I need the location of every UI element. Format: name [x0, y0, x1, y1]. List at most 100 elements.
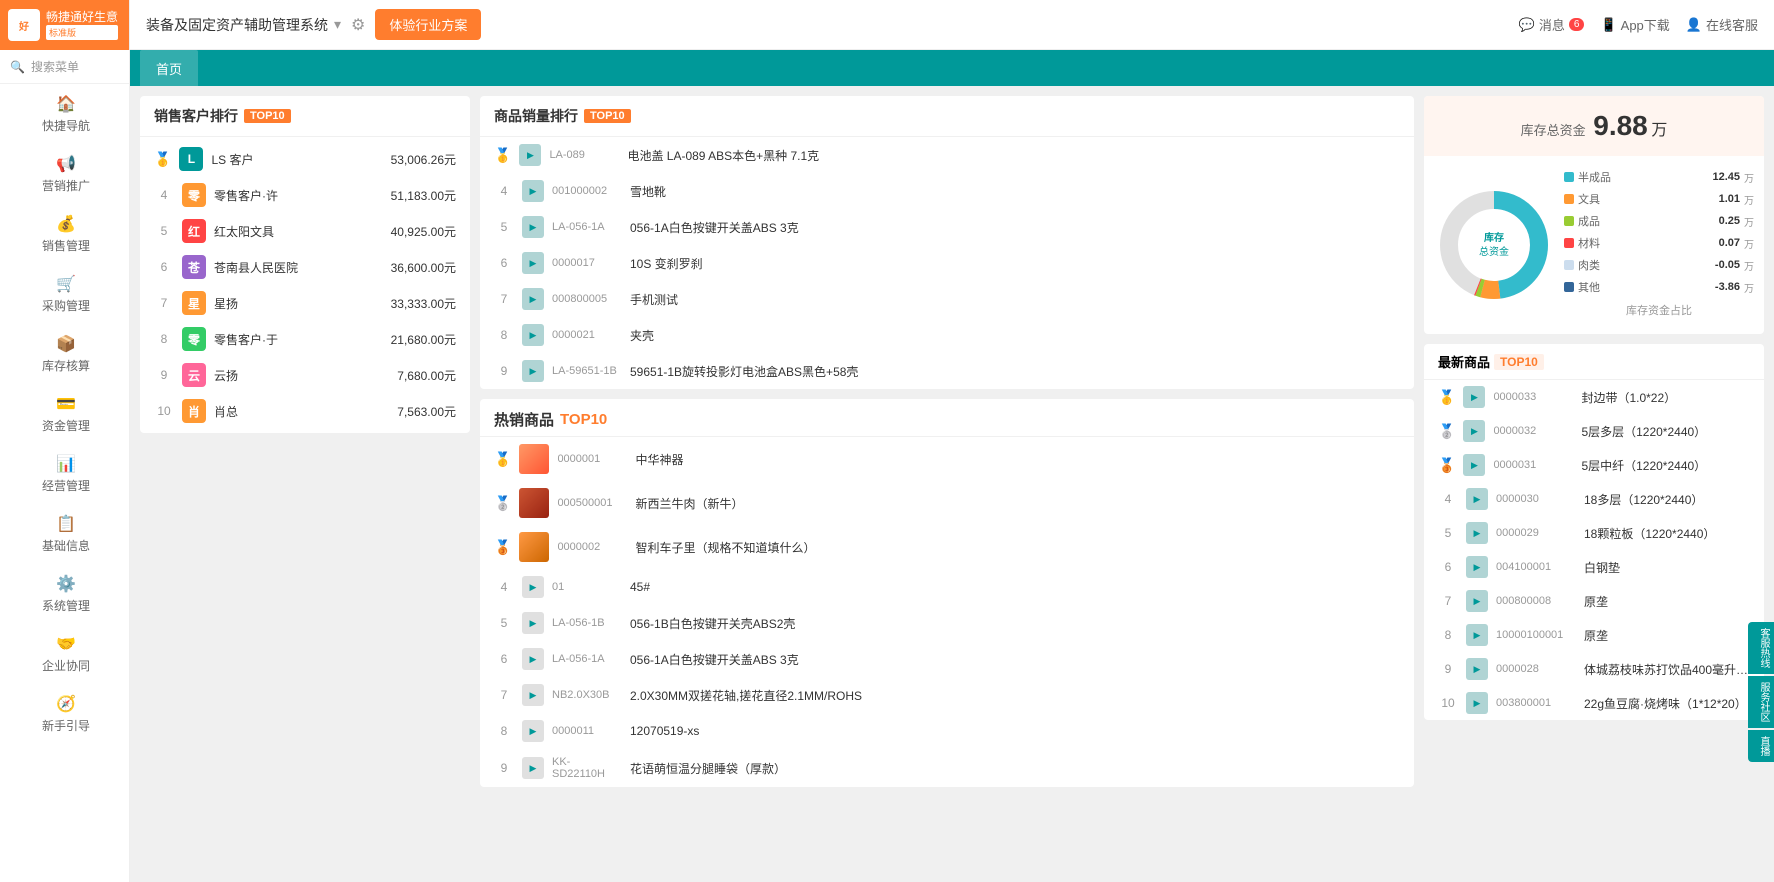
customer-rank-panel: 销售客户排行 TOP10 🥇 L LS 客户 53,006.26元 4 零	[140, 96, 470, 433]
product-thumb: ▶	[522, 288, 544, 310]
trial-button[interactable]: 体验行业方案	[375, 9, 481, 40]
settings-icon[interactable]: ⚙	[351, 15, 365, 35]
center-panel: 商品销量排行 TOP10 🥇 ▶ LA-089 电池盖 LA-089 ABS本色…	[480, 96, 1414, 872]
sidebar-item-operations[interactable]: 📊 经营管理	[0, 444, 129, 504]
customer-rank-row: 7 星 星扬 33,333.00元	[140, 285, 470, 321]
service-icon: 👤	[1686, 17, 1702, 33]
hot-products-title: 热销商品	[494, 409, 554, 430]
sidebar-item-quick-nav[interactable]: 🏠 快捷导航	[0, 84, 129, 144]
sales-icon: 💰	[56, 214, 76, 234]
sidebar-item-sales[interactable]: 💰 销售管理	[0, 204, 129, 264]
sidebar-item-guide[interactable]: 🧭 新手引导	[0, 684, 129, 744]
hot-product-row: 7 ▶ NB2.0X30B 2.0X30MM双搓花轴,搓花直径2.1MM/ROH…	[480, 677, 1414, 713]
rank-num: 8	[154, 332, 174, 346]
product-thumb: ▶	[522, 216, 544, 238]
product-name: 2.0X30MM双搓花轴,搓花直径2.1MM/ROHS	[630, 687, 1400, 704]
rank-medal: 🥈	[494, 495, 511, 512]
float-btn-community[interactable]: 服务社区	[1748, 676, 1774, 728]
sidebar-item-basic-info[interactable]: 📋 基础信息	[0, 504, 129, 564]
rank-medal: 🥉	[494, 539, 511, 556]
message-label: 消息	[1539, 15, 1565, 34]
new-product-row: 6 ▶ 004100001 白钢垫	[1424, 550, 1764, 584]
legend-row-other: 其他 -3.86 万	[1564, 276, 1754, 298]
rank-num: 10	[154, 404, 174, 418]
customer-amount: 33,333.00元	[391, 295, 456, 312]
legend-dot	[1564, 216, 1574, 226]
customer-rank-row: 6 苍 苍南县人民医院 36,600.00元	[140, 249, 470, 285]
product-code: 0000029	[1496, 527, 1576, 539]
rank-medal: 🥈	[1438, 423, 1455, 440]
new-product-row: 4 ▶ 0000030 18多层（1220*2440）	[1424, 482, 1764, 516]
customer-rank-row: 🥇 L LS 客户 53,006.26元	[140, 141, 470, 177]
new-product-row: 8 ▶ 10000100001 原垄	[1424, 618, 1764, 652]
tab-home[interactable]: 首页	[140, 50, 198, 86]
legend-name: 文具	[1578, 191, 1715, 207]
customer-rank-row: 5 红 红太阳文具 40,925.00元	[140, 213, 470, 249]
sidebar-item-inventory[interactable]: 📦 库存核算	[0, 324, 129, 384]
rank-num: 5	[494, 220, 514, 234]
product-name: 体城荔枝味苏打饮品400毫升（1*15）	[1584, 661, 1750, 678]
app-download-button[interactable]: 📱 App下载	[1600, 15, 1669, 34]
app-icon: 📱	[1600, 17, 1616, 33]
float-btn-service[interactable]: 客服热线	[1748, 622, 1774, 674]
hot-products-top10: TOP10	[560, 411, 607, 428]
product-code: LA-056-1A	[552, 221, 622, 233]
customer-rank-row: 4 零 零售客户·许 51,183.00元	[140, 177, 470, 213]
rank-medal: 🥇	[494, 451, 511, 468]
legend-unit: 万	[1744, 236, 1754, 251]
sidebar-item-label: 库存核算	[42, 357, 90, 374]
product-code: 0000033	[1493, 391, 1573, 403]
customer-amount: 53,006.26元	[391, 151, 456, 168]
inventory-chart-area: 库存 总资金 半成品 12.45 万 文具 1.01	[1424, 156, 1764, 334]
product-thumb: ▶	[522, 684, 544, 706]
sidebar-item-marketing[interactable]: 📢 营销推广	[0, 144, 129, 204]
product-thumb: ▶	[1466, 488, 1488, 510]
customer-rank-list: 🥇 L LS 客户 53,006.26元 4 零 零售客户·许 51,183.0…	[140, 137, 470, 433]
product-name: 59651-1B旋转投影灯电池盒ABS黑色+58壳	[630, 363, 1400, 380]
search-menu[interactable]: 🔍 搜索菜单	[0, 50, 129, 84]
sales-rank-row: 5 ▶ LA-056-1A 056-1A白色按键开关盖ABS 3克	[480, 209, 1414, 245]
new-product-row: 5 ▶ 0000029 18颗粒板（1220*2440）	[1424, 516, 1764, 550]
dropdown-icon[interactable]: ▾	[334, 16, 341, 33]
product-thumb-image	[519, 444, 549, 474]
online-service-button[interactable]: 👤 在线客服	[1686, 15, 1758, 34]
page-tabs: 首页	[130, 50, 1774, 86]
customer-rank-header: 销售客户排行 TOP10	[140, 96, 470, 137]
customer-avatar: 零	[182, 327, 206, 351]
product-name: 雪地靴	[630, 183, 1400, 200]
new-product-row: 10 ▶ 003800001 22g鱼豆腐·烧烤味（1*12*20）	[1424, 686, 1764, 720]
customer-amount: 21,680.00元	[391, 331, 456, 348]
product-thumb: ▶	[522, 324, 544, 346]
new-product-row: 🥉 ▶ 0000031 5层中纤（1220*2440）	[1424, 448, 1764, 482]
new-products-title: 最新商品	[1438, 352, 1490, 371]
inventory-panel: 库存总资金 9.88 万	[1424, 96, 1764, 334]
sidebar-item-cooperation[interactable]: 🤝 企业协同	[0, 624, 129, 684]
legend-unit: 万	[1744, 170, 1754, 185]
product-code: 0000001	[557, 453, 627, 465]
legend-dot	[1564, 260, 1574, 270]
customer-rank-row: 10 肖 肖总 7,563.00元	[140, 393, 470, 429]
sidebar-item-purchase[interactable]: 🛒 采购管理	[0, 264, 129, 324]
sidebar-item-finance[interactable]: 💳 资金管理	[0, 384, 129, 444]
sidebar-item-label: 采购管理	[42, 297, 90, 314]
product-code: 0000032	[1493, 425, 1573, 437]
product-thumb: ▶	[522, 612, 544, 634]
legend-dot	[1564, 238, 1574, 248]
customer-amount: 7,563.00元	[397, 403, 456, 420]
sidebar-item-system[interactable]: ⚙️ 系统管理	[0, 564, 129, 624]
rank-num: 7	[1438, 594, 1458, 608]
logo-area: 好 畅捷通好生意 标准版	[0, 0, 129, 50]
hot-product-row: 8 ▶ 0000011 12070519-xs	[480, 713, 1414, 749]
legend-unit: 万	[1744, 192, 1754, 207]
legend-val: -3.86	[1715, 281, 1740, 293]
legend-name: 材料	[1578, 235, 1715, 251]
float-btn-live[interactable]: 直播	[1748, 730, 1774, 762]
new-products-panel: 最新商品 TOP10 🥇 ▶ 0000033 封边带（1.0*22） 🥈 ▶ 0…	[1424, 344, 1764, 720]
product-name: 夹壳	[630, 327, 1400, 344]
message-button[interactable]: 💬 消息 6	[1519, 15, 1585, 34]
customer-avatar: 肖	[182, 399, 206, 423]
product-name: 5层中纤（1220*2440）	[1581, 457, 1750, 474]
rank-num: 5	[154, 224, 174, 238]
rank-num: 9	[494, 364, 514, 378]
sidebar-item-label: 新手引导	[42, 717, 90, 734]
